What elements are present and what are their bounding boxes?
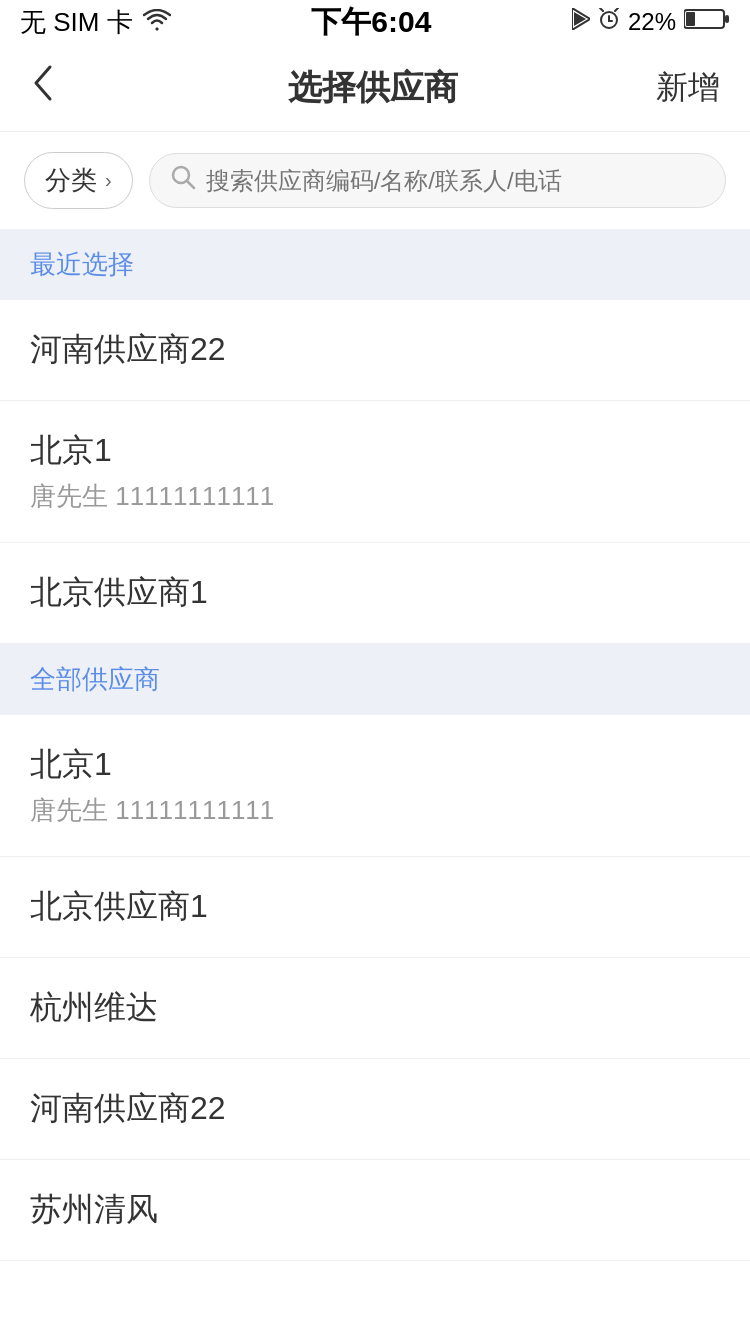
chevron-right-icon: › <box>105 169 112 192</box>
item-name: 河南供应商22 <box>30 328 720 372</box>
all-section-label: 全部供应商 <box>30 664 160 694</box>
location-icon <box>572 8 590 36</box>
item-sub: 唐先生 11111111111 <box>30 479 720 514</box>
item-name: 苏州清风 <box>30 1188 720 1232</box>
recent-section-label: 最近选择 <box>30 249 134 279</box>
category-button[interactable]: 分类 › <box>24 152 133 209</box>
list-item[interactable]: 北京供应商1 <box>0 857 750 958</box>
alarm-icon <box>598 8 620 36</box>
nav-bar: 选择供应商 新增 <box>0 44 750 132</box>
status-time: 下午6:04 <box>311 2 431 43</box>
svg-line-6 <box>615 8 618 11</box>
status-left: 无 SIM 卡 <box>20 5 171 40</box>
list-item[interactable]: 杭州维达 <box>0 958 750 1059</box>
list-item[interactable]: 苏州清风 <box>0 1160 750 1261</box>
item-name: 河南供应商22 <box>30 1087 720 1131</box>
status-right: 22% <box>572 8 730 36</box>
list-item[interactable]: 北京1 唐先生 11111111111 <box>0 401 750 543</box>
svg-marker-1 <box>574 12 586 26</box>
add-button[interactable]: 新增 <box>656 66 720 110</box>
search-box[interactable] <box>149 153 726 208</box>
back-button[interactable] <box>30 63 90 112</box>
list-item[interactable]: 河南供应商22 <box>0 1059 750 1160</box>
item-name: 北京供应商1 <box>30 571 720 615</box>
page-title: 选择供应商 <box>288 65 458 111</box>
search-input[interactable] <box>206 167 705 195</box>
all-section-header: 全部供应商 <box>0 644 750 715</box>
svg-line-11 <box>187 181 194 188</box>
battery-icon <box>684 8 730 36</box>
battery-percentage: 22% <box>628 8 676 36</box>
list-item[interactable]: 北京1 唐先生 11111111111 <box>0 715 750 857</box>
list-item[interactable]: 河南供应商22 <box>0 300 750 401</box>
svg-line-5 <box>600 8 603 11</box>
item-name: 北京供应商1 <box>30 885 720 929</box>
all-list: 北京1 唐先生 11111111111 北京供应商1 杭州维达河南供应商22 苏州清风 <box>0 715 750 1261</box>
status-bar: 无 SIM 卡 下午6:04 22 <box>0 0 750 44</box>
item-name: 北京1 <box>30 743 720 787</box>
search-icon <box>170 164 196 197</box>
item-name: 北京1 <box>30 429 720 473</box>
recent-section-header: 最近选择 <box>0 229 750 300</box>
list-item[interactable]: 北京供应商1 <box>0 543 750 644</box>
recent-list: 河南供应商22 北京1 唐先生 11111111111 北京供应商1 <box>0 300 750 644</box>
item-name: 杭州维达 <box>30 986 720 1030</box>
item-sub: 唐先生 11111111111 <box>30 793 720 828</box>
svg-rect-8 <box>686 12 695 26</box>
sim-status: 无 SIM 卡 <box>20 5 133 40</box>
filter-bar: 分类 › <box>0 132 750 229</box>
svg-rect-9 <box>725 15 729 23</box>
wifi-icon <box>143 7 171 38</box>
category-label: 分类 <box>45 163 97 198</box>
